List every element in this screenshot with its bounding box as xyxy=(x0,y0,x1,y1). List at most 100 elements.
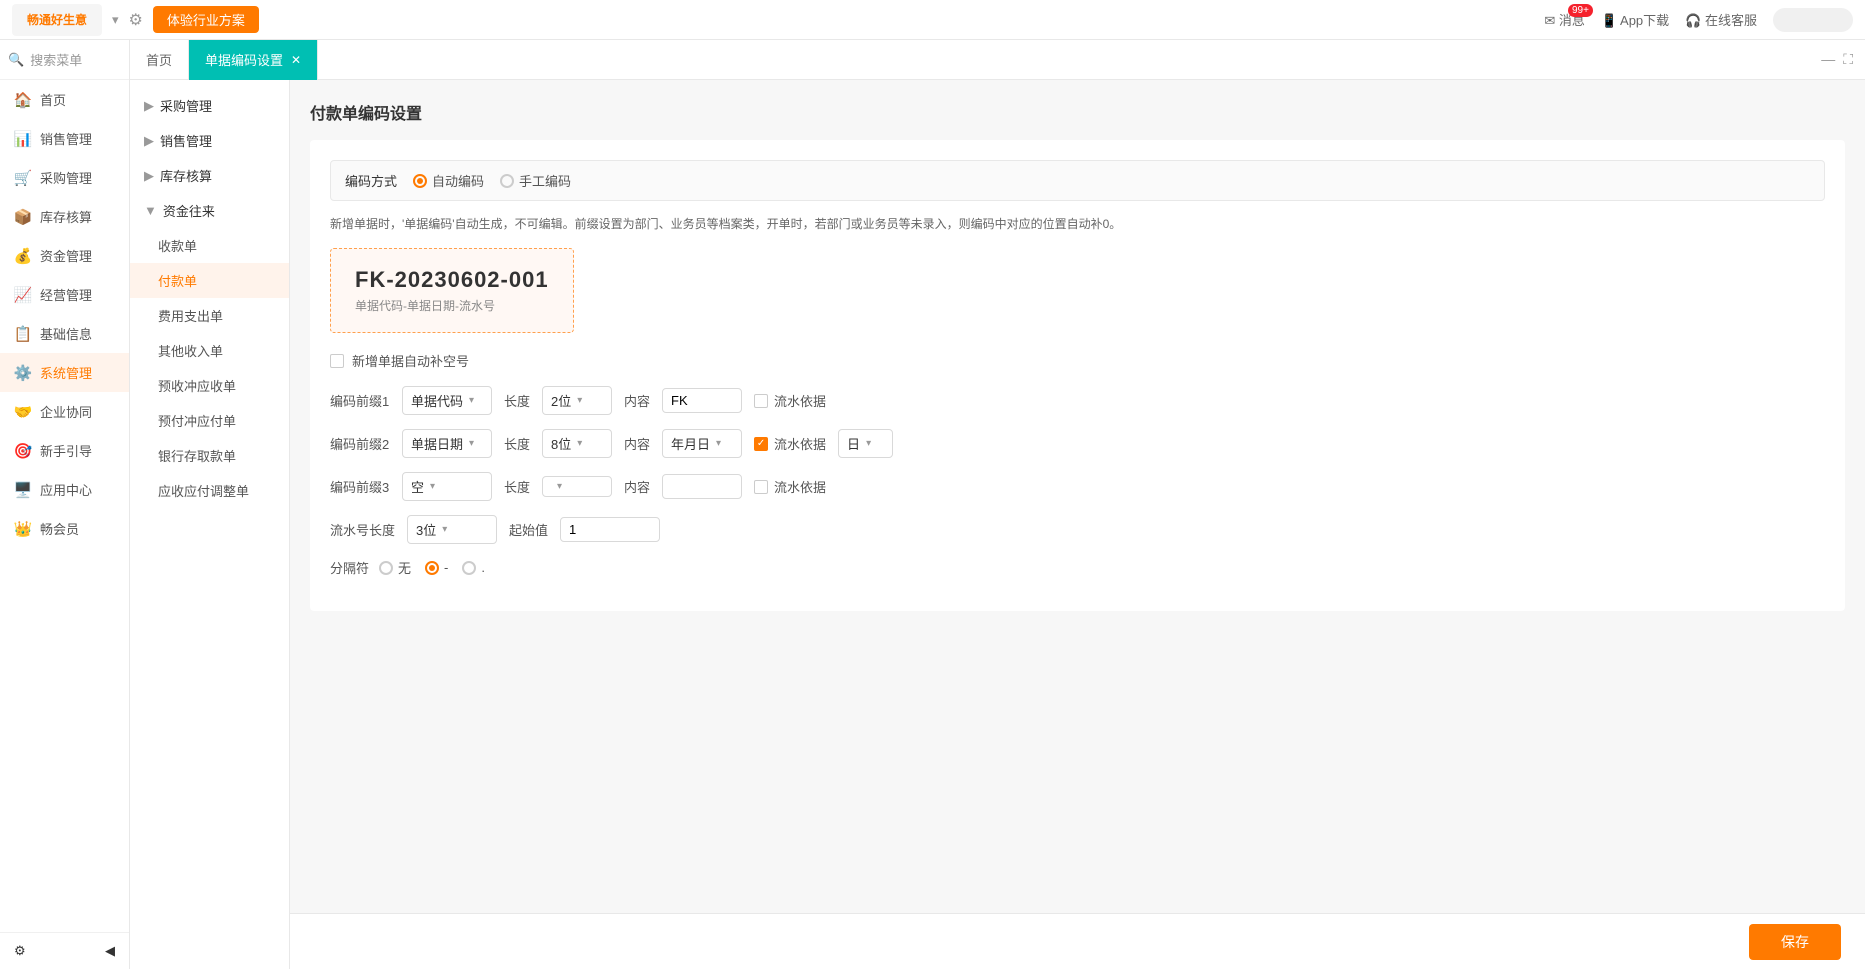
user-avatar[interactable] xyxy=(1773,8,1853,32)
tab-encoding-close-icon[interactable]: ✕ xyxy=(291,53,301,67)
auto-fill-label: 新增单据自动补空号 xyxy=(352,351,469,370)
encoding-method-row: 编码方式 自动编码 手工编码 xyxy=(330,160,1825,201)
member-icon: 👑 xyxy=(14,520,32,538)
settings-card: 编码方式 自动编码 手工编码 新增单据时，'单据编码'自动生成，不可编辑。前缀设… xyxy=(310,140,1845,611)
submenu-item-prepay-receive[interactable]: 预收冲应收单 xyxy=(130,368,289,403)
prefix2-watermark-checkbox[interactable]: ✓ xyxy=(754,437,768,451)
page-title: 付款单编码设置 xyxy=(310,100,1845,124)
prefix2-length-select[interactable]: 8位 ▾ xyxy=(542,429,612,458)
submenu-item-expense[interactable]: 费用支出单 xyxy=(130,298,289,333)
operations-icon: 📈 xyxy=(14,286,32,304)
prefix3-length-select[interactable]: ▾ xyxy=(542,476,612,497)
sidebar-item-coop[interactable]: 🤝 企业协同 xyxy=(0,392,129,431)
sep-radio-dot-dot xyxy=(462,561,476,575)
top-bar-right: ✉ 消息 99+ 📱 App下载 🎧 在线客服 xyxy=(1544,8,1853,32)
submenu-title-inventory[interactable]: ▶ 库存核算 xyxy=(130,158,289,193)
finance-icon: 💰 xyxy=(14,247,32,265)
sidebar-item-appcenter[interactable]: 🖥️ 应用中心 xyxy=(0,470,129,509)
prefix1-watermark-checkbox[interactable] xyxy=(754,394,768,408)
sep-radio-none[interactable]: 无 xyxy=(379,558,411,577)
prefix1-select[interactable]: 单据代码 ▾ xyxy=(402,386,492,415)
save-button[interactable]: 保存 xyxy=(1749,924,1841,960)
sidebar-item-system[interactable]: ⚙️ 系统管理 xyxy=(0,353,129,392)
sidebar-item-operations[interactable]: 📈 经营管理 xyxy=(0,275,129,314)
sidebar-item-inventory[interactable]: 📦 库存核算 xyxy=(0,197,129,236)
serial-start-input[interactable] xyxy=(560,517,660,542)
prefix2-length-dropdown-icon: ▾ xyxy=(577,438,582,449)
prefix3-select[interactable]: 空 ▾ xyxy=(402,472,492,501)
prefix3-length-dropdown-icon: ▾ xyxy=(557,481,562,492)
prefix1-length-label: 长度 xyxy=(504,391,530,410)
prefix1-length-dropdown-icon: ▾ xyxy=(577,395,582,406)
prefix1-content-input[interactable] xyxy=(662,388,742,413)
sep-radio-dot[interactable]: . xyxy=(462,558,485,577)
prefix1-length-select[interactable]: 2位 ▾ xyxy=(542,386,612,415)
tab-expand-icon[interactable]: ⛶ xyxy=(1843,51,1853,68)
sidebar-item-home[interactable]: 🏠 首页 xyxy=(0,80,129,119)
prefix2-period-select[interactable]: 日 ▾ xyxy=(838,429,893,458)
sidebar-footer: ⚙ ◀ xyxy=(0,932,129,969)
submenu-item-ar-ap-adjust[interactable]: 应收应付调整单 xyxy=(130,473,289,508)
serial-length-select[interactable]: 3位 ▾ xyxy=(407,515,497,544)
serial-start-label: 起始值 xyxy=(509,520,548,539)
tab-minimize-icon[interactable]: — xyxy=(1821,51,1835,68)
submenu-title-purchase[interactable]: ▶ 采购管理 xyxy=(130,88,289,123)
content-footer: 保存 xyxy=(290,913,1865,969)
online-service-btn[interactable]: 🎧 在线客服 xyxy=(1685,10,1757,29)
phone-icon: 📱 xyxy=(1601,13,1617,28)
message-icon: ✉ xyxy=(1544,13,1555,28)
search-menu-btn[interactable]: 🔍 搜索菜单 xyxy=(0,40,129,80)
auto-fill-checkbox[interactable] xyxy=(330,354,344,368)
sep-radio-dash-dot xyxy=(425,561,439,575)
home-icon: 🏠 xyxy=(14,91,32,109)
system-icon: ⚙️ xyxy=(14,364,32,382)
serial-row: 流水号长度 3位 ▾ 起始值 xyxy=(330,515,1825,544)
prefix2-row: 编码前缀2 单据日期 ▾ 长度 8位 ▾ 内容 年月日 ▾ xyxy=(330,429,1825,458)
manual-encoding-radio[interactable]: 手工编码 xyxy=(500,171,571,190)
content-area: 付款单编码设置 编码方式 自动编码 手工编码 xyxy=(290,80,1865,969)
sidebar-item-sales[interactable]: 📊 销售管理 xyxy=(0,119,129,158)
search-icon: 🔍 xyxy=(8,52,24,68)
dropdown-arrow-icon[interactable]: ▾ xyxy=(112,12,119,28)
prefix2-content-label: 内容 xyxy=(624,434,650,453)
top-bar-left: 畅通好生意 ▾ ⚙ 体验行业方案 xyxy=(12,4,259,36)
tab-encoding[interactable]: 单据编码设置 ✕ xyxy=(189,40,318,80)
sidebar: 🔍 搜索菜单 🏠 首页 📊 销售管理 🛒 采购管理 📦 库存核算 💰 资金管理 … xyxy=(0,40,130,969)
sep-radio-dash[interactable]: - xyxy=(425,558,448,577)
sidebar-item-purchase[interactable]: 🛒 采购管理 xyxy=(0,158,129,197)
submenu-item-bank-deposit[interactable]: 银行存取款单 xyxy=(130,438,289,473)
submenu-title-sales[interactable]: ▶ 销售管理 xyxy=(130,123,289,158)
sidebar-item-member[interactable]: 👑 畅会员 xyxy=(0,509,129,548)
sales-icon: 📊 xyxy=(14,130,32,148)
app-download-btn[interactable]: 📱 App下载 xyxy=(1601,10,1669,29)
coop-icon: 🤝 xyxy=(14,403,32,421)
sidebar-item-basic[interactable]: 📋 基础信息 xyxy=(0,314,129,353)
top-bar: 畅通好生意 ▾ ⚙ 体验行业方案 ✉ 消息 99+ 📱 App下载 🎧 在线客服 xyxy=(0,0,1865,40)
prefix1-dropdown-icon: ▾ xyxy=(469,395,474,406)
auto-encoding-radio-dot xyxy=(413,174,427,188)
submenu-item-receipt[interactable]: 收款单 xyxy=(130,228,289,263)
sidebar-settings-icon[interactable]: ⚙ xyxy=(14,943,26,959)
submenu-item-prepay-pay[interactable]: 预付冲应付单 xyxy=(130,403,289,438)
trial-btn[interactable]: 体验行业方案 xyxy=(153,6,259,33)
sidebar-item-guide[interactable]: 🎯 新手引导 xyxy=(0,431,129,470)
settings-icon[interactable]: ⚙ xyxy=(129,10,143,30)
tab-home[interactable]: 首页 xyxy=(130,40,189,80)
content-inner: 付款单编码设置 编码方式 自动编码 手工编码 xyxy=(290,80,1865,913)
auto-encoding-radio[interactable]: 自动编码 xyxy=(413,171,484,190)
submenu-item-other-income[interactable]: 其他收入单 xyxy=(130,333,289,368)
prefix3-label: 编码前缀3 xyxy=(330,477,390,496)
prefix3-watermark-checkbox[interactable] xyxy=(754,480,768,494)
sidebar-item-finance[interactable]: 💰 资金管理 xyxy=(0,236,129,275)
encoding-method-label: 编码方式 xyxy=(345,171,397,190)
headset-icon: 🎧 xyxy=(1685,13,1701,28)
prefix2-select[interactable]: 单据日期 ▾ xyxy=(402,429,492,458)
prefix3-dropdown-icon: ▾ xyxy=(430,481,435,492)
prefix3-content-input[interactable] xyxy=(662,474,742,499)
appcenter-icon: 🖥️ xyxy=(14,481,32,499)
message-btn[interactable]: ✉ 消息 99+ xyxy=(1544,10,1585,29)
prefix2-content-select[interactable]: 年月日 ▾ xyxy=(662,429,742,458)
submenu-title-funds[interactable]: ▼ 资金往来 xyxy=(130,193,289,228)
sidebar-collapse-icon[interactable]: ◀ xyxy=(105,943,115,959)
submenu-item-payment[interactable]: 付款单 xyxy=(130,263,289,298)
